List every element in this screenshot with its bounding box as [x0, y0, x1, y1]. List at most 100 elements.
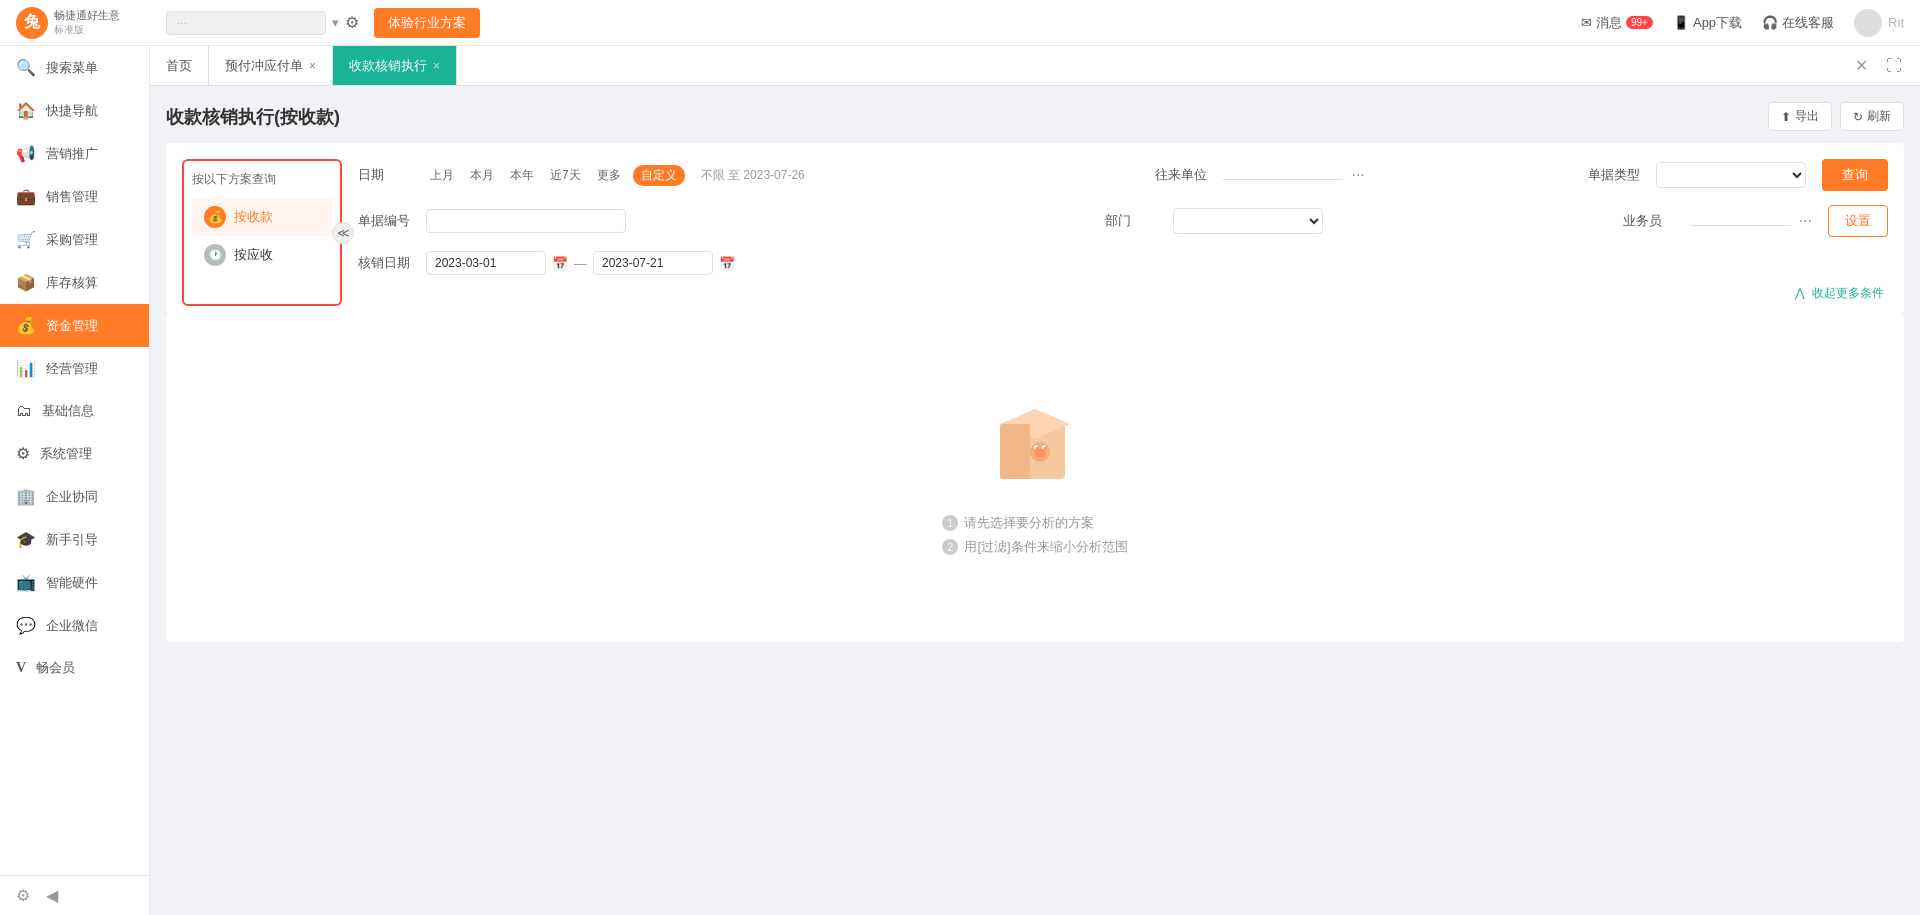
sidebar-item-operations[interactable]: 📊 经营管理	[0, 347, 149, 390]
main-content: 首页 预付冲应付单 × 收款核销执行 × ✕ ⛶ 收款核销执行(按收款)	[150, 46, 1920, 915]
content-area: 收款核销执行(按收款) ⬆ 导出 ↻ 刷新 按以下	[150, 86, 1920, 915]
query-button[interactable]: 查询	[1822, 159, 1888, 191]
left-filter-collapse-button[interactable]: ≪	[332, 222, 354, 244]
sidebar-item-finance[interactable]: 💰 资金管理	[0, 304, 149, 347]
search-dropdown-icon[interactable]: ▾	[332, 15, 339, 30]
guide-icon: 🎓	[16, 530, 36, 549]
refresh-icon: ↻	[1853, 110, 1863, 124]
logo-text-block: 畅捷通好生意 标准版	[54, 8, 120, 36]
date-custom[interactable]: 自定义	[633, 165, 685, 186]
voucher-no-label: 单据编号	[358, 212, 418, 230]
tab-writeoff[interactable]: 收款核销执行 ×	[333, 46, 457, 85]
sidebar-item-system[interactable]: ⚙ 系统管理	[0, 432, 149, 475]
date-range-sep: —	[574, 256, 587, 271]
export-button[interactable]: ⬆ 导出	[1768, 102, 1832, 131]
sidebar-item-wechat[interactable]: 💬 企业微信	[0, 604, 149, 647]
marketing-icon: 📢	[16, 144, 36, 163]
writeoff-date-start[interactable]	[426, 251, 546, 275]
hint-text-2: 用[过滤]条件来缩小分析范围	[964, 538, 1127, 556]
date-last-month[interactable]: 上月	[426, 165, 458, 186]
collapse-more-label: 收起更多条件	[1812, 286, 1884, 300]
app-download-action[interactable]: 📱 App下载	[1673, 14, 1742, 32]
logo-area: 兔 畅捷通好生意 标准版	[16, 7, 166, 39]
tab-home[interactable]: 首页	[150, 46, 209, 85]
staff-label: 业务员	[1623, 212, 1683, 230]
sidebar-settings-icon[interactable]: ⚙	[16, 886, 30, 905]
mobile-icon: 📱	[1673, 15, 1689, 30]
sidebar-collapse-icon[interactable]: ◀	[46, 886, 58, 905]
sidebar: 🔍 搜索菜单 🏠 快捷导航 📢 营销推广 💼 销售管理 🛒 采购管理 📦 库存核…	[0, 46, 150, 915]
settings-button[interactable]: 设置	[1828, 205, 1888, 237]
page-header-actions: ⬆ 导出 ↻ 刷新	[1768, 102, 1904, 131]
message-icon: ✉	[1581, 15, 1592, 30]
sidebar-label-hardware: 智能硬件	[46, 574, 98, 592]
sales-icon: 💼	[16, 187, 36, 206]
calendar-end-icon[interactable]: 📅	[719, 256, 735, 271]
partner-dots[interactable]: ···	[1351, 166, 1364, 184]
sidebar-label-quick-nav: 快捷导航	[46, 102, 98, 120]
sidebar-label-search: 搜索菜单	[46, 59, 98, 77]
sidebar-item-enterprise[interactable]: 🏢 企业协同	[0, 475, 149, 518]
date-label: 日期	[358, 166, 418, 184]
tab-close-all-button[interactable]: ✕	[1849, 54, 1874, 77]
sidebar-label-wechat: 企业微信	[46, 617, 98, 635]
app-badge: 标准版	[54, 23, 120, 37]
tab-bar: 首页 预付冲应付单 × 收款核销执行 × ✕ ⛶	[150, 46, 1920, 86]
sidebar-item-purchase[interactable]: 🛒 采购管理	[0, 218, 149, 261]
app-name: 畅捷通好生意	[54, 8, 120, 22]
date-this-year[interactable]: 本年	[506, 165, 538, 186]
sidebar-item-quick-nav[interactable]: 🏠 快捷导航	[0, 89, 149, 132]
date-this-month[interactable]: 本月	[466, 165, 498, 186]
industry-solution-button[interactable]: 体验行业方案	[374, 8, 480, 38]
voucher-no-input[interactable]	[426, 209, 626, 233]
hardware-icon: 📺	[16, 573, 36, 592]
sidebar-label-enterprise: 企业协同	[46, 488, 98, 506]
date-more[interactable]: 更多	[593, 165, 625, 186]
refresh-button[interactable]: ↻ 刷新	[1840, 102, 1904, 131]
message-action[interactable]: ✉ 消息 99+	[1581, 14, 1653, 32]
filter-by-receipt[interactable]: 💰 按收款	[192, 198, 332, 236]
svg-point-8	[1044, 447, 1046, 449]
calendar-start-icon[interactable]: 📅	[552, 256, 568, 271]
user-area[interactable]: Rit	[1854, 9, 1904, 37]
dept-select[interactable]	[1173, 208, 1323, 234]
voucher-type-select[interactable]	[1656, 162, 1806, 188]
purchase-icon: 🛒	[16, 230, 36, 249]
wechat-icon: 💬	[16, 616, 36, 635]
export-label: 导出	[1795, 108, 1819, 125]
sidebar-item-guide[interactable]: 🎓 新手引导	[0, 518, 149, 561]
sidebar-item-sales[interactable]: 💼 销售管理	[0, 175, 149, 218]
writeoff-date-end[interactable]	[593, 251, 713, 275]
sidebar-item-hardware[interactable]: 📺 智能硬件	[0, 561, 149, 604]
tab-prepay-label: 预付冲应付单	[225, 57, 303, 75]
filter-main-row: 按以下方案查询 💰 按收款 🕐 按应收 ≪	[182, 159, 1888, 306]
refresh-label: 刷新	[1867, 108, 1891, 125]
sidebar-item-search[interactable]: 🔍 搜索菜单	[0, 46, 149, 89]
empty-illustration	[975, 394, 1095, 494]
sidebar-label-inventory: 库存核算	[46, 274, 98, 292]
sidebar-item-member[interactable]: V 畅会员	[0, 647, 149, 689]
filter-by-receivable[interactable]: 🕐 按应收	[192, 236, 332, 274]
tab-writeoff-close[interactable]: ×	[433, 59, 440, 73]
staff-dots[interactable]: ···	[1799, 212, 1812, 230]
sidebar-bottom: ⚙ ◀	[0, 875, 149, 915]
tab-fullscreen-button[interactable]: ⛶	[1880, 55, 1908, 77]
hint-text-1: 请先选择要分析的方案	[964, 514, 1094, 532]
top-bar-actions: ✉ 消息 99+ 📱 App下载 🎧 在线客服 Rit	[1581, 9, 1904, 37]
collapse-more-button[interactable]: ⋀ 收起更多条件	[1795, 286, 1888, 300]
top-bar: 兔 畅捷通好生意 标准版 ··· ▾ ⚙ 体验行业方案 ✉ 消息 99+ 📱 A…	[0, 0, 1920, 46]
tab-bar-right: ✕ ⛶	[1849, 54, 1920, 77]
export-icon: ⬆	[1781, 110, 1791, 124]
sidebar-item-inventory[interactable]: 📦 库存核算	[0, 261, 149, 304]
customer-service-action[interactable]: 🎧 在线客服	[1762, 14, 1834, 32]
settings-gear-button[interactable]: ⚙	[345, 13, 359, 32]
empty-state: 1 请先选择要分析的方案 2 用[过滤]条件来缩小分析范围	[166, 314, 1904, 642]
tab-prepay-close[interactable]: ×	[309, 59, 316, 73]
date-7days[interactable]: 近7天	[546, 165, 585, 186]
sidebar-item-marketing[interactable]: 📢 营销推广	[0, 132, 149, 175]
sidebar-item-basic[interactable]: 🗂 基础信息	[0, 390, 149, 432]
voucher-type-label: 单据类型	[1588, 166, 1648, 184]
customer-service-label: 在线客服	[1782, 14, 1834, 32]
message-label: 消息	[1596, 14, 1622, 32]
tab-prepay[interactable]: 预付冲应付单 ×	[209, 46, 333, 85]
